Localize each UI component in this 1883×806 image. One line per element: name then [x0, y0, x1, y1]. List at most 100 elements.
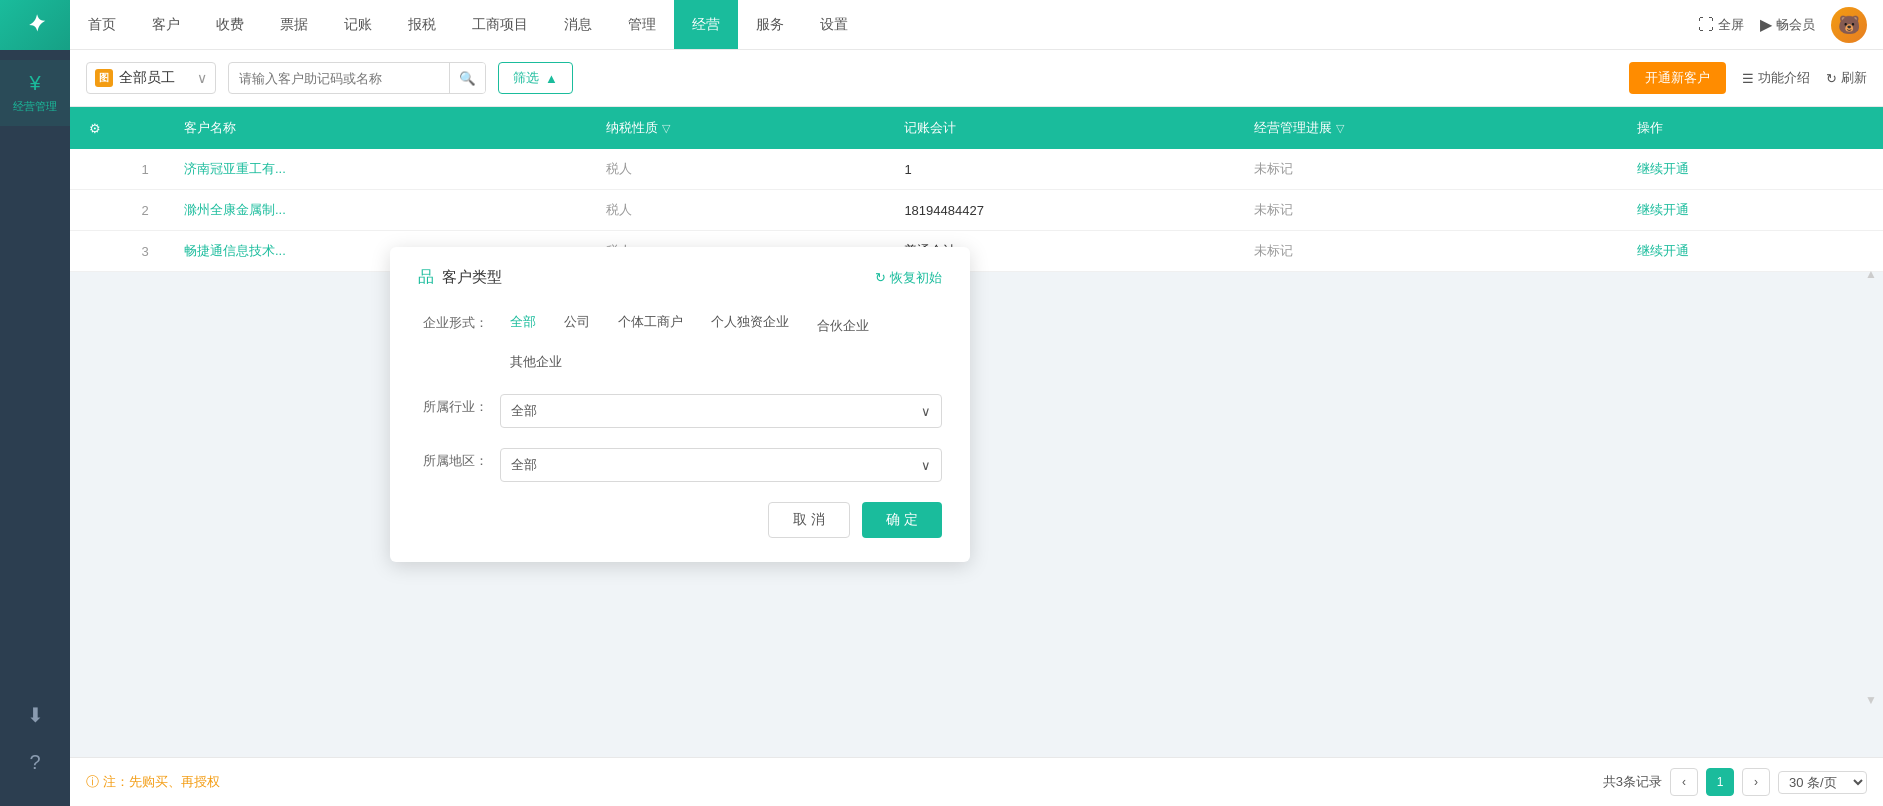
row-progress-2: 未标记 [1240, 190, 1623, 231]
tax-type-column-header[interactable]: 纳税性质 ▽ [592, 107, 890, 149]
vip-label: 畅会员 [1776, 16, 1815, 34]
download-icon: ⬇ [27, 703, 44, 727]
row-accountant-2: 18194484427 [890, 190, 1240, 231]
cancel-button[interactable]: 取 消 [768, 502, 850, 538]
nav-item-operation[interactable]: 经营 [674, 0, 738, 49]
nav-item-home[interactable]: 首页 [70, 0, 134, 49]
row-settings-2 [70, 190, 120, 231]
page-size-select[interactable]: 30 条/页 50 条/页 100 条/页 [1778, 771, 1867, 794]
row-action-3[interactable]: 继续开通 [1623, 231, 1883, 272]
func-icon: ☰ [1742, 71, 1754, 86]
enterprise-option-individual[interactable]: 个体工商户 [608, 310, 693, 338]
industry-select-wrap: 全部 ∨ [500, 394, 942, 428]
progress-filter-icon: ▽ [1336, 122, 1344, 134]
search-input[interactable] [229, 71, 449, 86]
nav-item-invoice[interactable]: 票据 [262, 0, 326, 49]
footer: ⓘ 注：先购买、再授权 共3条记录 ‹ 1 › 30 条/页 50 条/页 10… [70, 757, 1883, 806]
row-tax-1: 税人 [592, 149, 890, 190]
enterprise-option-company[interactable]: 公司 [554, 310, 600, 338]
filter-panel-title: 品 客户类型 [418, 267, 502, 288]
index-column-header [120, 107, 170, 149]
row-index-2: 2 [120, 190, 170, 231]
region-select[interactable]: 全部 ∨ [500, 448, 942, 482]
filter-button[interactable]: 筛选 ▲ [498, 62, 573, 94]
row-accountant-1: 1 [890, 149, 1240, 190]
enterprise-option-sole[interactable]: 个人独资企业 [701, 310, 799, 338]
nav-item-bizproject[interactable]: 工商项目 [454, 0, 546, 49]
row-name-1[interactable]: 济南冠亚重工有... [170, 149, 592, 190]
nav-item-tax[interactable]: 报税 [390, 0, 454, 49]
row-settings-1 [70, 149, 120, 190]
row-action-2[interactable]: 继续开通 [1623, 190, 1883, 231]
func-label: 功能介绍 [1758, 69, 1810, 87]
employee-selector[interactable]: 图 全部员工 ∨ [86, 62, 216, 94]
industry-select[interactable]: 全部 ∨ [500, 394, 942, 428]
nav-right: ⛶ 全屏 ▶ 畅会员 🐻 [1698, 7, 1883, 43]
sidebar-item-download[interactable]: ⬇ [23, 691, 48, 739]
enterprise-option-all[interactable]: 全部 [500, 310, 546, 338]
scroll-down-arrow[interactable]: ▼ [1865, 693, 1877, 707]
table-container: ⚙ 客户名称 纳税性质 ▽ 记账会计 经营管理进展 ▽ 操作 1 济南冠亚重工有… [70, 107, 1883, 757]
refresh-button[interactable]: ↻ 刷新 [1826, 69, 1867, 87]
nav-item-fee[interactable]: 收费 [198, 0, 262, 49]
filter-panel-title-text: 客户类型 [442, 268, 502, 287]
next-page-button[interactable]: › [1742, 768, 1770, 796]
industry-dropdown-icon: ∨ [921, 404, 931, 419]
search-button[interactable]: 🔍 [449, 62, 485, 94]
nav-item-settings[interactable]: 设置 [802, 0, 866, 49]
search-icon: 🔍 [459, 71, 476, 86]
nav-item-bookkeeping[interactable]: 记账 [326, 0, 390, 49]
row-index-3: 3 [120, 231, 170, 272]
logo-icon: ✦ [23, 10, 47, 40]
avatar[interactable]: 🐻 [1831, 7, 1867, 43]
page-1-button[interactable]: 1 [1706, 768, 1734, 796]
progress-column-header[interactable]: 经营管理进展 ▽ [1240, 107, 1623, 149]
sidebar-item-help[interactable]: ? [23, 739, 48, 786]
nav-item-customer[interactable]: 客户 [134, 0, 198, 49]
filter-actions: 取 消 确 定 [418, 502, 942, 538]
toolbar: 图 全部员工 ∨ 🔍 筛选 ▲ 开通新客户 ☰ 功能介绍 [70, 50, 1883, 107]
refresh-label: 刷新 [1841, 69, 1867, 87]
main-content: 图 全部员工 ∨ 🔍 筛选 ▲ 开通新客户 ☰ 功能介绍 [70, 50, 1883, 806]
nav-item-message[interactable]: 消息 [546, 0, 610, 49]
industry-label: 所属行业： [418, 394, 488, 416]
reset-label: 恢复初始 [890, 269, 942, 287]
enterprise-option-other[interactable]: 其他企业 [500, 350, 572, 374]
nav-item-management[interactable]: 管理 [610, 0, 674, 49]
fullscreen-button[interactable]: ⛶ 全屏 [1698, 16, 1744, 34]
vip-icon: ▶ [1760, 15, 1772, 34]
nav-items: 首页 客户 收费 票据 记账 报税 工商项目 消息 管理 经营 服务 设置 [70, 0, 1698, 49]
customer-table: ⚙ 客户名称 纳税性质 ▽ 记账会计 经营管理进展 ▽ 操作 1 济南冠亚重工有… [70, 107, 1883, 272]
logo[interactable]: ✦ [0, 0, 70, 50]
toolbar-right: 开通新客户 ☰ 功能介绍 ↻ 刷新 [1629, 62, 1867, 94]
row-progress-3: 未标记 [1240, 231, 1623, 272]
row-name-2[interactable]: 滁州全康金属制... [170, 190, 592, 231]
footer-note-text: 注：先购买、再授权 [103, 774, 220, 789]
vip-button[interactable]: ▶ 畅会员 [1760, 15, 1815, 34]
scroll-up-arrow[interactable]: ▲ [1865, 267, 1877, 281]
nav-item-service[interactable]: 服务 [738, 0, 802, 49]
footer-note: ⓘ 注：先购买、再授权 [86, 773, 220, 791]
top-navigation: ✦ 首页 客户 收费 票据 记账 报税 工商项目 消息 管理 经营 服务 设置 … [0, 0, 1883, 50]
table-row: 2 滁州全康金属制... 税人 18194484427 未标记 继续开通 [70, 190, 1883, 231]
row-action-1[interactable]: 继续开通 [1623, 149, 1883, 190]
region-value: 全部 [511, 456, 537, 474]
confirm-button[interactable]: 确 定 [862, 502, 942, 538]
pagination: 共3条记录 ‹ 1 › 30 条/页 50 条/页 100 条/页 [1603, 768, 1867, 796]
main-layout: ¥ 经营管理 ⬇ ? 图 全部员工 ∨ 🔍 [0, 50, 1883, 806]
row-settings-3 [70, 231, 120, 272]
total-records: 共3条记录 [1603, 773, 1662, 791]
settings-column-header[interactable]: ⚙ [70, 107, 120, 149]
enterprise-option-partnership[interactable]: 合伙企业 [807, 314, 879, 338]
sidebar-item-operation[interactable]: ¥ 经营管理 [0, 60, 70, 126]
func-intro-button[interactable]: ☰ 功能介绍 [1742, 69, 1810, 87]
region-dropdown-icon: ∨ [921, 458, 931, 473]
open-customer-button[interactable]: 开通新客户 [1629, 62, 1726, 94]
avatar-icon: 🐻 [1838, 14, 1860, 36]
sidebar-item-label: 经营管理 [13, 99, 57, 114]
employee-icon: 图 [95, 69, 113, 87]
help-icon: ? [29, 751, 40, 774]
reset-button[interactable]: ↻ 恢复初始 [875, 269, 942, 287]
finance-icon: ¥ [29, 72, 40, 95]
prev-page-button[interactable]: ‹ [1670, 768, 1698, 796]
